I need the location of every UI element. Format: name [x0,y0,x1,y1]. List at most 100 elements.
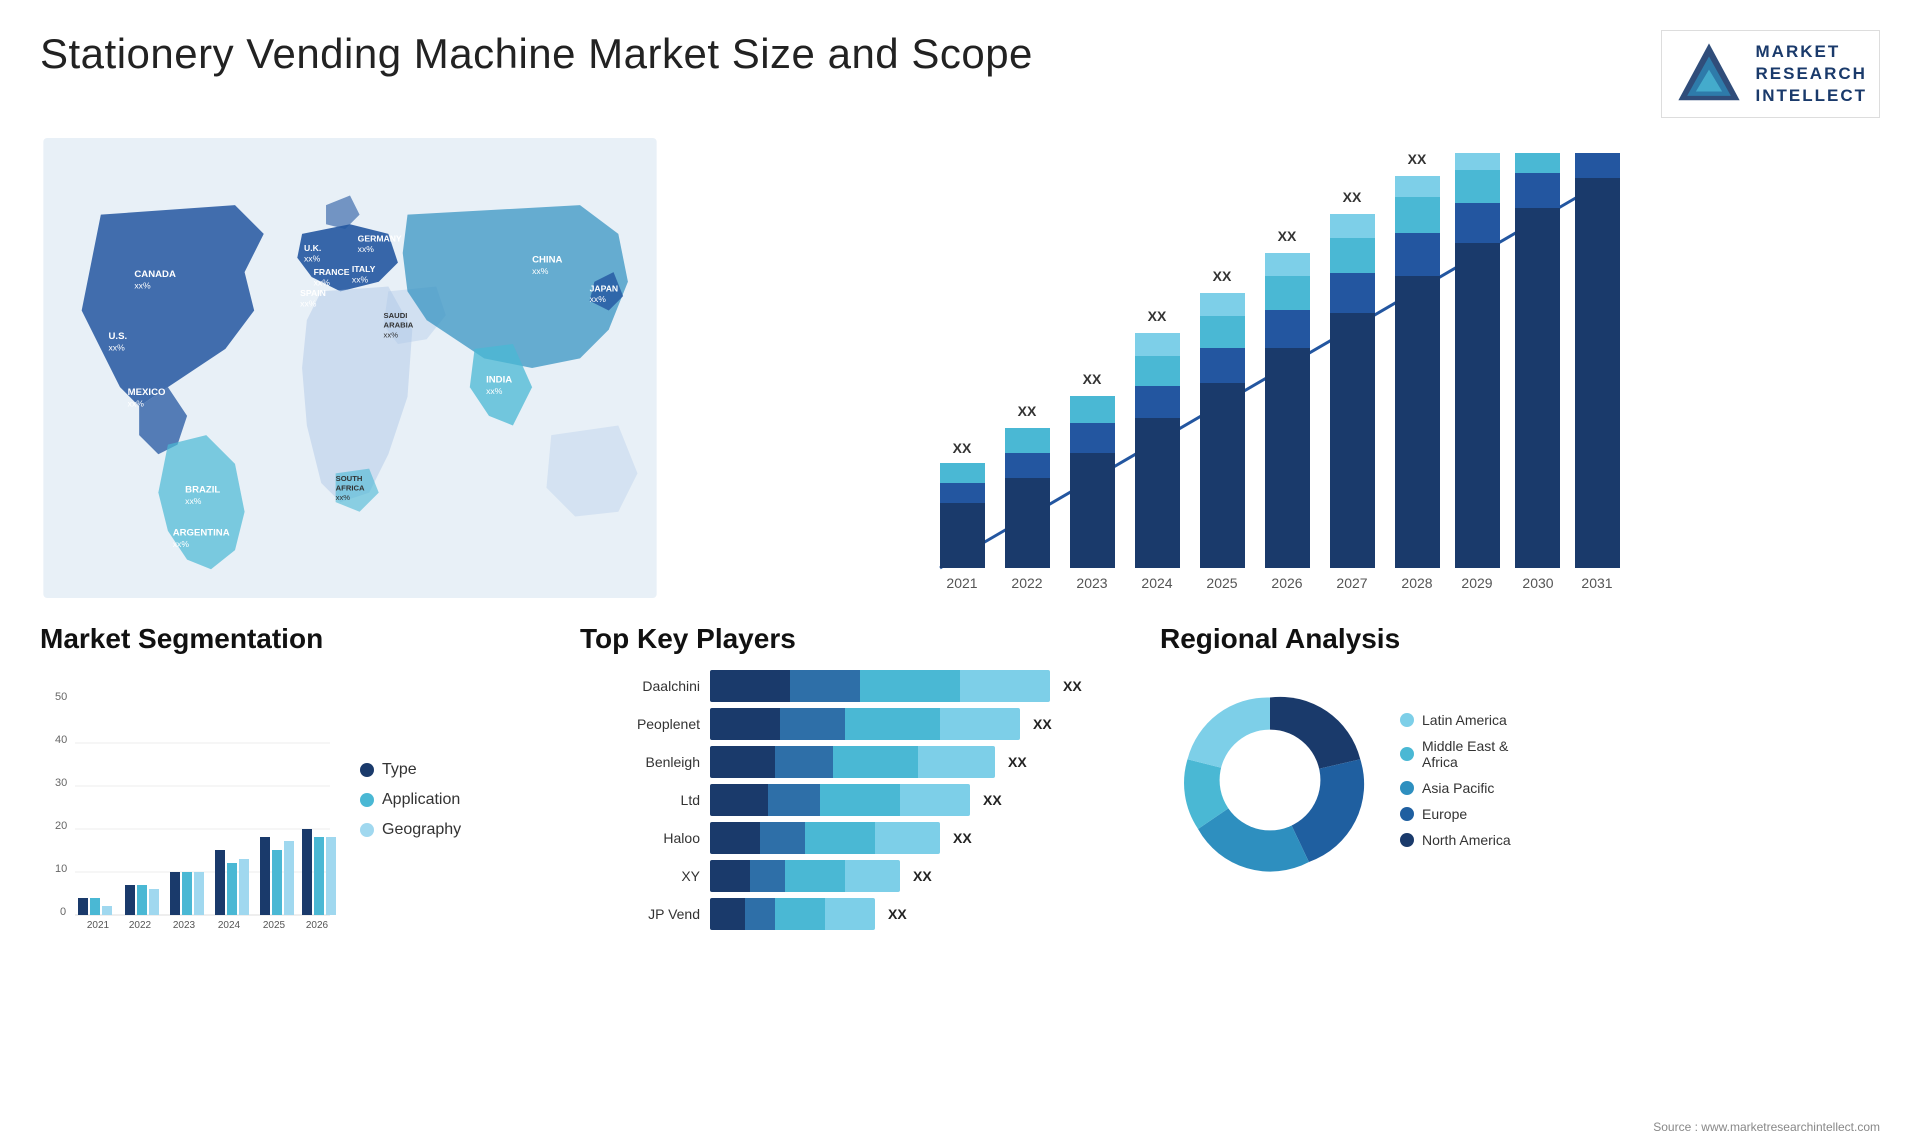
svg-text:XX: XX [953,440,972,456]
header: Stationery Vending Machine Market Size a… [40,30,1880,118]
list-item: Benleigh XX [580,746,1140,778]
svg-text:2021: 2021 [87,920,110,930]
donut-chart-svg [1160,670,1380,890]
svg-text:xx%: xx% [304,254,321,264]
svg-text:XX: XX [1343,189,1362,205]
svg-text:2030: 2030 [1522,575,1553,591]
svg-text:xx%: xx% [314,278,331,288]
svg-text:MEXICO: MEXICO [128,387,166,398]
svg-text:2024: 2024 [1141,575,1172,591]
logo-text: MARKET RESEARCH INTELLECT [1756,41,1868,107]
svg-text:GERMANY: GERMANY [358,234,402,244]
logo-container: MARKET RESEARCH INTELLECT [1661,30,1881,118]
svg-text:XX: XX [1213,268,1232,284]
legend-application-dot [360,793,374,807]
svg-text:2026: 2026 [1271,575,1302,591]
svg-text:2029: 2029 [1461,575,1492,591]
svg-text:2022: 2022 [129,920,152,930]
regional-section: Regional Analysis [1160,623,1880,930]
legend-type: Type [360,761,461,779]
players-title: Top Key Players [580,623,1140,655]
svg-text:2025: 2025 [1206,575,1237,591]
svg-text:AFRICA: AFRICA [336,484,365,493]
legend-asia-pacific: Asia Pacific [1400,780,1511,796]
svg-text:2023: 2023 [173,920,196,930]
svg-text:xx%: xx% [173,539,190,549]
svg-text:xx%: xx% [336,493,351,502]
map-section: CANADA xx% U.S. xx% MEXICO xx% BRAZIL xx… [40,138,660,608]
legend-europe: Europe [1400,806,1511,822]
svg-text:2021: 2021 [946,575,977,591]
svg-text:20: 20 [55,820,67,832]
svg-text:SAUDI: SAUDI [384,311,408,320]
svg-text:2027: 2027 [1336,575,1367,591]
segmentation-title: Market Segmentation [40,623,560,655]
svg-text:FRANCE: FRANCE [314,267,350,277]
svg-text:2025: 2025 [263,920,286,930]
svg-text:XX: XX [1408,151,1427,167]
svg-text:xx%: xx% [128,398,145,408]
svg-text:ARGENTINA: ARGENTINA [173,528,230,539]
svg-text:10: 10 [55,863,67,875]
players-section: Top Key Players Daalchini XX [580,623,1140,930]
source-text: Source : www.marketresearchintellect.com [1653,1120,1880,1134]
svg-text:xx%: xx% [358,244,375,254]
legend-geography-dot [360,823,374,837]
svg-text:40: 40 [55,734,67,746]
svg-text:2031: 2031 [1581,575,1612,591]
legend-north-america: North America [1400,832,1511,848]
svg-text:JAPAN: JAPAN [590,283,619,293]
segmentation-section: Market Segmentation 0 10 20 30 40 50 [40,623,560,930]
bottom-grid: Market Segmentation 0 10 20 30 40 50 [40,623,1880,930]
svg-text:CHINA: CHINA [532,255,562,266]
svg-text:50: 50 [55,691,67,703]
regional-legend: Latin America Middle East &Africa Asia P… [1400,712,1511,848]
svg-text:0: 0 [60,906,66,918]
main-grid: CANADA xx% U.S. xx% MEXICO xx% BRAZIL xx… [40,138,1880,930]
bar-chart-svg: XX 2021 XX 2022 XX 2023 XX [680,148,1850,608]
svg-text:xx%: xx% [352,275,369,285]
svg-text:ITALY: ITALY [352,264,376,274]
svg-text:xx%: xx% [384,330,399,339]
svg-text:2023: 2023 [1076,575,1107,591]
list-item: Haloo XX [580,822,1140,854]
svg-text:30: 30 [55,777,67,789]
list-item: XY XX [580,860,1140,892]
regional-title: Regional Analysis [1160,623,1880,655]
svg-text:XX: XX [1278,228,1297,244]
svg-text:XX: XX [1018,403,1037,419]
list-item: Daalchini XX [580,670,1140,702]
svg-text:XX: XX [1148,308,1167,324]
legend-middle-east: Middle East &Africa [1400,738,1511,770]
svg-text:U.K.: U.K. [304,243,321,253]
legend-geography: Geography [360,821,461,839]
page-container: Stationery Vending Machine Market Size a… [0,0,1920,1146]
legend-latin-america: Latin America [1400,712,1511,728]
svg-text:xx%: xx% [109,343,126,353]
svg-text:2028: 2028 [1401,575,1432,591]
svg-text:xx%: xx% [590,294,607,304]
svg-text:SPAIN: SPAIN [300,288,326,298]
svg-text:xx%: xx% [300,299,317,309]
regional-content: Latin America Middle East &Africa Asia P… [1160,670,1880,890]
world-map-svg: CANADA xx% U.S. xx% MEXICO xx% BRAZIL xx… [40,138,660,598]
legend-type-dot [360,763,374,777]
svg-text:2024: 2024 [218,920,241,930]
logo-icon [1674,39,1744,109]
bar-chart-section: XX 2021 XX 2022 XX 2023 XX [670,138,1880,608]
svg-text:SOUTH: SOUTH [336,474,363,483]
svg-text:xx%: xx% [134,280,151,290]
svg-text:BRAZIL: BRAZIL [185,485,220,496]
svg-text:xx%: xx% [486,386,503,396]
list-item: Peoplenet XX [580,708,1140,740]
seg-chart-wrapper: 0 10 20 30 40 50 [40,670,560,930]
svg-text:U.S.: U.S. [109,331,128,342]
players-list: Daalchini XX Peoplenet [580,670,1140,930]
seg-legend: Type Application Geography [360,670,461,930]
page-title: Stationery Vending Machine Market Size a… [40,30,1033,78]
list-item: Ltd XX [580,784,1140,816]
svg-text:CANADA: CANADA [134,269,176,280]
segmentation-chart-svg: 0 10 20 30 40 50 [40,670,340,930]
svg-text:XX: XX [1083,371,1102,387]
svg-text:ARABIA: ARABIA [384,321,414,330]
